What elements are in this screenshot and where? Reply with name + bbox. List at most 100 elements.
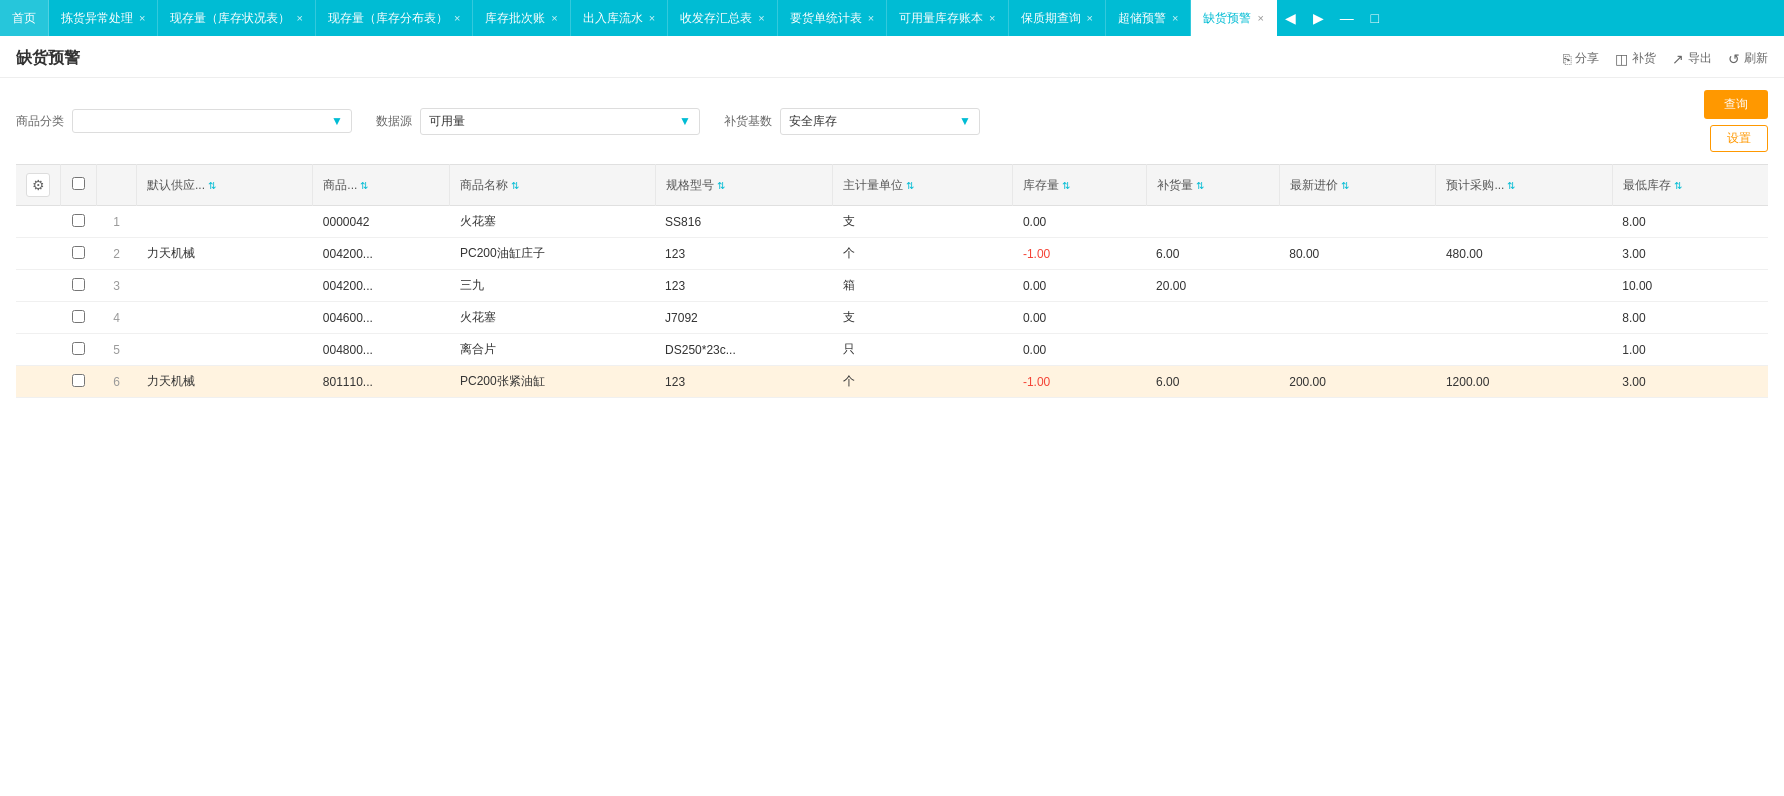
column-settings-icon[interactable]: ⚙	[26, 173, 50, 197]
replenish-button[interactable]: ◫ 补货	[1615, 50, 1656, 67]
category-filter-group: 商品分类 ▼	[16, 109, 352, 133]
th-checkbox[interactable]	[61, 165, 97, 206]
th-gear[interactable]: ⚙	[16, 165, 61, 206]
row-checkbox[interactable]	[72, 342, 85, 355]
close-tab-shortage[interactable]: ×	[1257, 12, 1263, 24]
table-row[interactable]: 1 0000042 火花塞 SS816 支 0.00 8.00	[16, 206, 1768, 238]
tab-available[interactable]: 可用量库存账本 ×	[887, 0, 1008, 36]
table-row[interactable]: 3 004200... 三九 123 箱 0.00 20.00 10.00	[16, 270, 1768, 302]
close-tab-expiry[interactable]: ×	[1087, 12, 1093, 24]
category-select[interactable]: ▼	[72, 109, 352, 133]
row-checkbox-cell[interactable]	[61, 270, 97, 302]
filter-actions: 查询 设置	[1704, 90, 1768, 152]
tab-next-btn[interactable]: ▶	[1305, 0, 1333, 36]
replenish-base-select[interactable]: 安全库存 ▼	[780, 108, 980, 135]
row-unit: 箱	[833, 270, 1013, 302]
datasource-filter-group: 数据源 可用量 ▼	[376, 108, 700, 135]
close-tab-batch[interactable]: ×	[551, 12, 557, 24]
th-spec[interactable]: 规格型号 ⇅	[655, 165, 833, 206]
settings-button[interactable]: 设置	[1710, 125, 1768, 152]
row-checkbox[interactable]	[72, 374, 85, 387]
row-gear	[16, 206, 61, 238]
tab-requisition[interactable]: 要货单统计表 ×	[778, 0, 887, 36]
tab-expiry[interactable]: 保质期查询 ×	[1009, 0, 1106, 36]
table-row[interactable]: 4 004600... 火花塞 J7092 支 0.00 8.00	[16, 302, 1768, 334]
th-replenish[interactable]: 补货量 ⇅	[1146, 165, 1279, 206]
close-tab-flow[interactable]: ×	[649, 12, 655, 24]
main-content: 缺货预警 ⎘ 分享 ◫ 补货 ↗ 导出 ↺ 刷新 商品分类	[0, 36, 1784, 796]
share-button[interactable]: ⎘ 分享	[1563, 50, 1599, 67]
row-checkbox-cell[interactable]	[61, 206, 97, 238]
close-tab-receive[interactable]: ×	[758, 12, 764, 24]
replenish-base-value: 安全库存	[789, 113, 837, 130]
maximize-btn[interactable]: □	[1361, 0, 1389, 36]
row-stock: 0.00	[1013, 270, 1146, 302]
refresh-icon: ↺	[1728, 51, 1740, 67]
datasource-select[interactable]: 可用量 ▼	[420, 108, 700, 135]
row-gear	[16, 270, 61, 302]
close-tab-stock-status[interactable]: ×	[296, 12, 302, 24]
tab-flow[interactable]: 出入库流水 ×	[571, 0, 668, 36]
row-product-name: 离合片	[450, 334, 655, 366]
row-product-code: 004200...	[313, 270, 450, 302]
refresh-button[interactable]: ↺ 刷新	[1728, 50, 1768, 67]
row-replenish: 6.00	[1146, 238, 1279, 270]
th-estimated-purchase[interactable]: 预计采购... ⇅	[1436, 165, 1612, 206]
stock-sort-icon: ⇅	[1062, 180, 1070, 191]
tab-stock-status[interactable]: 现存量（库存状况表） ×	[158, 0, 315, 36]
table-row[interactable]: 6 力天机械 801110... PC200张紧油缸 123 个 -1.00 6…	[16, 366, 1768, 398]
close-tab-overstock[interactable]: ×	[1172, 12, 1178, 24]
row-spec: 123	[655, 238, 833, 270]
datasource-value: 可用量	[429, 113, 465, 130]
tab-overstock[interactable]: 超储预警 ×	[1106, 0, 1191, 36]
close-tab-requisition[interactable]: ×	[868, 12, 874, 24]
th-supplier[interactable]: 默认供应... ⇅	[137, 165, 313, 206]
tab-stock-dist[interactable]: 现存量（库存分布表） ×	[316, 0, 473, 36]
row-checkbox[interactable]	[72, 278, 85, 291]
row-gear	[16, 366, 61, 398]
row-stock: 0.00	[1013, 334, 1146, 366]
tab-receive[interactable]: 收发存汇总表 ×	[668, 0, 777, 36]
row-checkbox-cell[interactable]	[61, 238, 97, 270]
row-spec: 123	[655, 366, 833, 398]
row-stock: 0.00	[1013, 302, 1146, 334]
close-tab-exception[interactable]: ×	[139, 12, 145, 24]
row-min-stock: 8.00	[1612, 206, 1768, 238]
category-label: 商品分类	[16, 113, 64, 130]
row-checkbox[interactable]	[72, 310, 85, 323]
row-product-name: 三九	[450, 270, 655, 302]
product-name-sort-icon: ⇅	[511, 180, 519, 191]
row-latest-price	[1279, 302, 1436, 334]
tab-shortage[interactable]: 缺货预警 ×	[1191, 0, 1276, 36]
tab-prev-btn[interactable]: ◀	[1277, 0, 1305, 36]
th-latest-price[interactable]: 最新进价 ⇅	[1279, 165, 1436, 206]
row-supplier	[137, 270, 313, 302]
close-tab-available[interactable]: ×	[989, 12, 995, 24]
row-checkbox[interactable]	[72, 246, 85, 259]
th-product-code[interactable]: 商品... ⇅	[313, 165, 450, 206]
row-checkbox-cell[interactable]	[61, 334, 97, 366]
row-gear	[16, 334, 61, 366]
close-tab-stock-dist[interactable]: ×	[454, 12, 460, 24]
th-min-stock[interactable]: 最低库存 ⇅	[1612, 165, 1768, 206]
th-stock[interactable]: 库存量 ⇅	[1013, 165, 1146, 206]
query-button[interactable]: 查询	[1704, 90, 1768, 119]
datasource-arrow-icon: ▼	[679, 114, 691, 128]
th-product-name[interactable]: 商品名称 ⇅	[450, 165, 655, 206]
row-checkbox-cell[interactable]	[61, 302, 97, 334]
select-all-checkbox[interactable]	[72, 177, 85, 190]
export-button[interactable]: ↗ 导出	[1672, 50, 1712, 67]
th-unit[interactable]: 主计量单位 ⇅	[833, 165, 1013, 206]
tab-batch[interactable]: 库存批次账 ×	[473, 0, 570, 36]
table-row[interactable]: 5 004800... 离合片 DS250*23c... 只 0.00 1.00	[16, 334, 1768, 366]
row-latest-price: 200.00	[1279, 366, 1436, 398]
minimize-btn[interactable]: —	[1333, 0, 1361, 36]
tab-exception[interactable]: 拣货异常处理 ×	[49, 0, 158, 36]
row-checkbox-cell[interactable]	[61, 366, 97, 398]
table-header-row: ⚙ 默认供应... ⇅ 商品...	[16, 165, 1768, 206]
row-checkbox[interactable]	[72, 214, 85, 227]
replenish-base-label: 补货基数	[724, 113, 772, 130]
table-row[interactable]: 2 力天机械 004200... PC200油缸庄子 123 个 -1.00 6…	[16, 238, 1768, 270]
tab-home[interactable]: 首页	[0, 0, 49, 36]
row-unit: 个	[833, 366, 1013, 398]
